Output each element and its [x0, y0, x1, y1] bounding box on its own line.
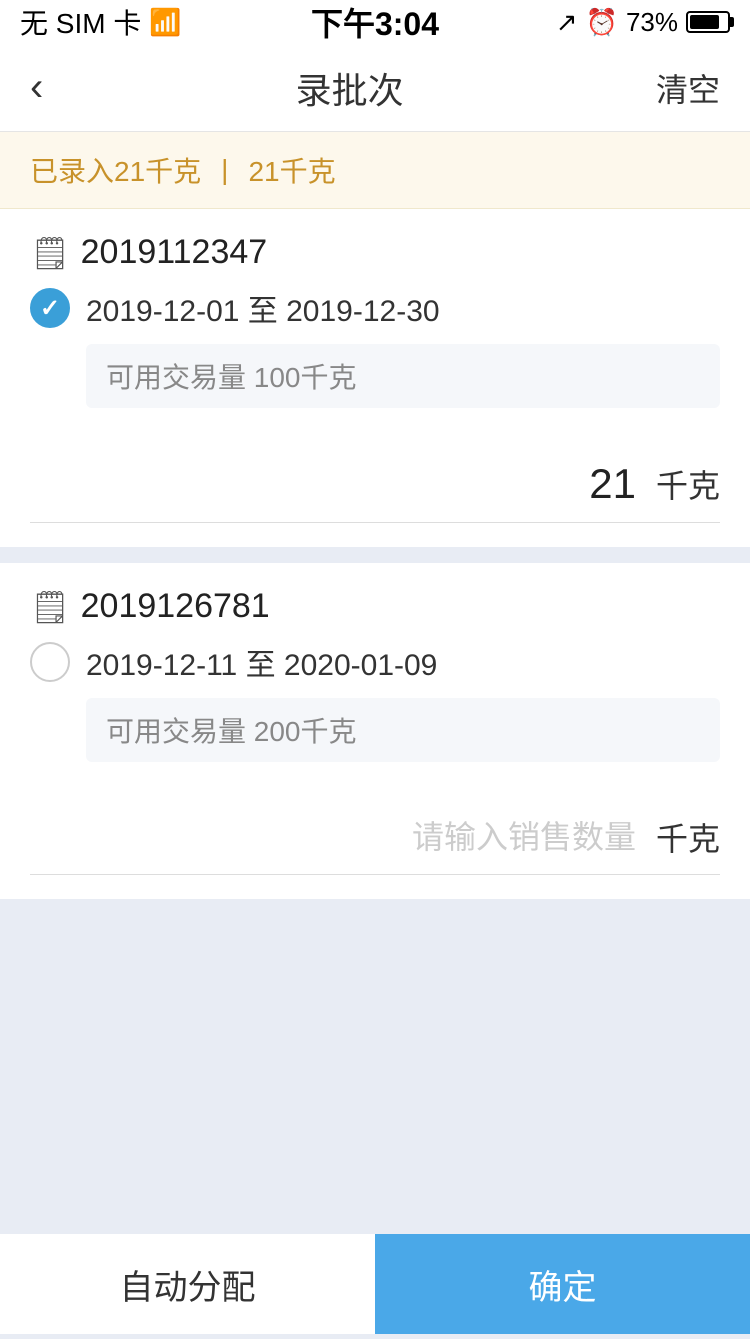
- batch-2-header: 🗒 2019126781: [30, 587, 720, 626]
- batch-2-avail: 可用交易量 200千克: [106, 716, 357, 747]
- batch-2-unit: 千克: [656, 814, 720, 860]
- location-icon: ↗: [556, 7, 578, 38]
- status-left: 无 SIM 卡 📶: [20, 2, 182, 42]
- bottom-bar: 自动分配 确定: [0, 1234, 750, 1334]
- info-banner: 已录入21千克 | 21千克: [0, 132, 750, 209]
- batch-1-quantity-value: 21: [589, 460, 636, 508]
- batch-1-item: 🗒 2019112347 ✓ 2019-12-01 至 2019-12-30 可…: [0, 209, 750, 442]
- page-title: 录批次: [296, 62, 404, 114]
- batch-1-date: 2019-12-01 至 2019-12-30: [86, 286, 440, 330]
- batch-2-card: 🗒 2019126781 2019-12-11 至 2020-01-09 可用交…: [0, 563, 750, 899]
- batch-2-quantity-input[interactable]: [336, 819, 636, 856]
- clear-button[interactable]: 清空: [656, 65, 720, 111]
- batch-2-date-row[interactable]: 2019-12-11 至 2020-01-09: [30, 640, 720, 684]
- batch-2-quantity-row: 千克: [0, 796, 750, 860]
- no-sim-text: 无 SIM 卡: [20, 2, 141, 42]
- back-button[interactable]: ‹: [30, 65, 43, 110]
- nav-bar: ‹ 录批次 清空: [0, 44, 750, 132]
- batch-2-item: 🗒 2019126781 2019-12-11 至 2020-01-09 可用交…: [0, 563, 750, 796]
- batch-1-icon: 🗒: [30, 234, 71, 272]
- batch-1-avail-row: 可用交易量 100千克: [86, 344, 720, 408]
- batch-2-date: 2019-12-11 至 2020-01-09: [86, 640, 437, 684]
- batch-1-header: 🗒 2019112347: [30, 233, 720, 272]
- batch-2-input-container: 千克: [336, 814, 720, 860]
- battery-percent: 73%: [626, 7, 678, 38]
- batch-1-avail: 可用交易量 100千克: [106, 362, 357, 393]
- auto-distribute-button[interactable]: 自动分配: [0, 1234, 375, 1334]
- batch-1-quantity-row: 21 千克: [0, 442, 750, 508]
- batch-1-quantity-unit: 千克: [656, 461, 720, 507]
- batch-2-id: 2019126781: [81, 587, 270, 626]
- status-bar: 无 SIM 卡 📶 下午3:04 ↗ ⏰ 73%: [0, 0, 750, 44]
- section-divider: [0, 547, 750, 563]
- batch-2-icon: 🗒: [30, 588, 71, 626]
- batch-2-avail-row: 可用交易量 200千克: [86, 698, 720, 762]
- status-time: 下午3:04: [311, 0, 439, 45]
- info-divider: |: [221, 154, 228, 186]
- batch-1-id: 2019112347: [81, 233, 268, 272]
- status-right: ↗ ⏰ 73%: [556, 7, 730, 38]
- batch-2-radio[interactable]: [30, 642, 70, 682]
- total-amount: 21千克: [248, 150, 335, 190]
- battery-icon: [686, 11, 730, 33]
- checkmark-icon: ✓: [40, 294, 60, 323]
- batch-1-card: 🗒 2019112347 ✓ 2019-12-01 至 2019-12-30 可…: [0, 209, 750, 547]
- confirm-button[interactable]: 确定: [375, 1234, 750, 1334]
- recorded-amount: 已录入21千克: [30, 150, 201, 190]
- batch-1-date-row[interactable]: ✓ 2019-12-01 至 2019-12-30: [30, 286, 720, 330]
- batch-1-radio[interactable]: ✓: [30, 288, 70, 328]
- alarm-icon: ⏰: [586, 7, 618, 38]
- wifi-icon: 📶: [149, 7, 181, 38]
